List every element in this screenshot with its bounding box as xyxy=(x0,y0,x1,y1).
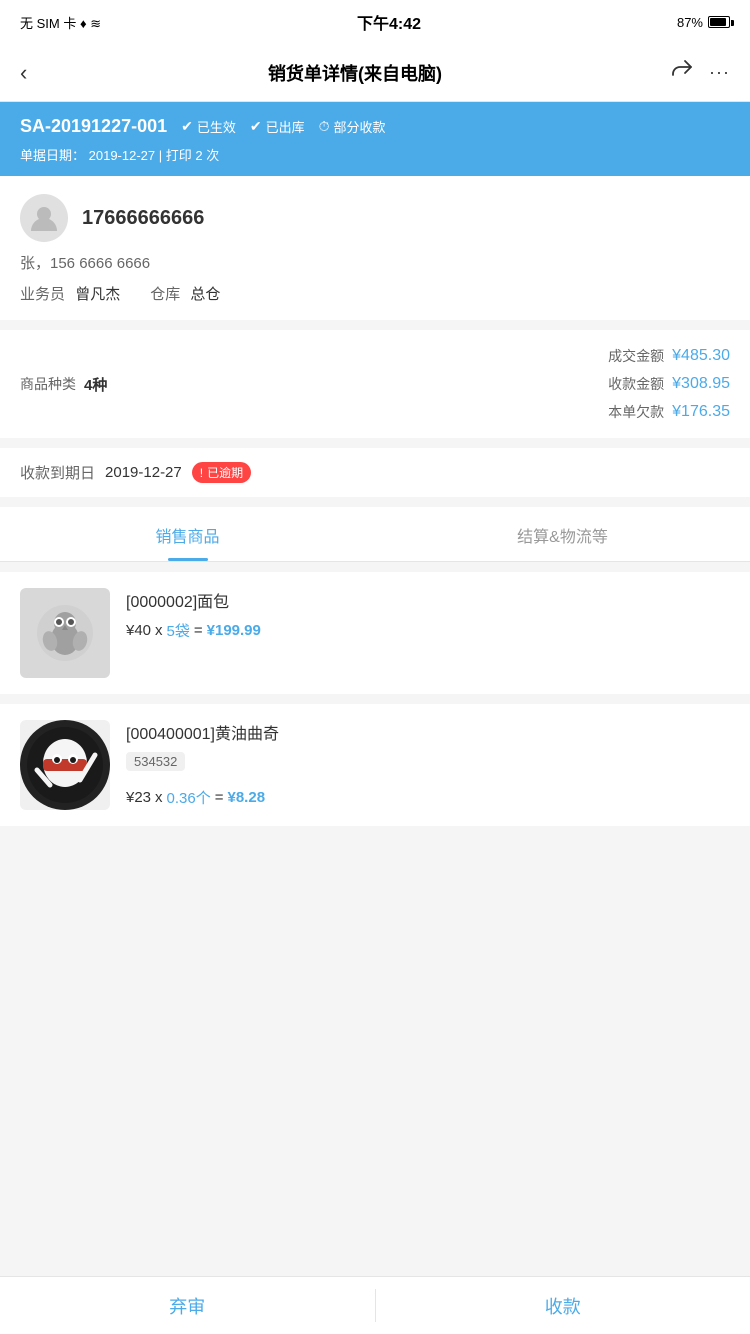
customer-section: 17666666666 张，156 6666 6666 业务员 曾凡杰 仓库 总… xyxy=(0,176,750,320)
confirm-button[interactable]: 收款 xyxy=(376,1277,750,1334)
product-total: ¥199.99 xyxy=(207,622,261,639)
customer-info-row: 业务员 曾凡杰 仓库 总仓 xyxy=(20,283,730,304)
order-banner: SA-20191227-001 ✔ 已生效 ✔ 已出库 ⏱ 部分收款 单据日期：… xyxy=(0,102,750,176)
list-item: [0000002]面包 ¥40 x 5袋 = ¥199.99 xyxy=(0,572,750,694)
stats-left: 商品种类 4种 xyxy=(20,346,107,422)
product-name: [0000002]面包 xyxy=(126,588,730,612)
warehouse-field: 仓库 总仓 xyxy=(150,283,220,304)
due-date: 2019-12-27 xyxy=(105,464,182,481)
tabs-container: 销售商品 结算&物流等 xyxy=(0,507,750,562)
received-value: ¥308.95 xyxy=(672,375,730,393)
due-section: 收款到期日 2019-12-27 ! 已逾期 xyxy=(0,448,750,497)
product-image xyxy=(20,720,110,810)
avatar xyxy=(20,194,68,242)
warehouse-label: 仓库 xyxy=(150,286,180,303)
product-info: [000400001]黄油曲奇 534532 ¥23 x 0.36个 = ¥8.… xyxy=(126,720,730,808)
more-button[interactable]: ··· xyxy=(709,62,730,83)
order-meta: 单据日期： 2019-12-27 | 打印 2 次 xyxy=(20,145,730,164)
product-qty: 0.36个 xyxy=(167,787,211,808)
stats-section: 商品种类 4种 成交金额 ¥485.30 收款金额 ¥308.95 本单欠款 ¥… xyxy=(0,330,750,438)
customer-detail: 张，156 6666 6666 xyxy=(20,252,730,273)
status-badge-partial: ⏱ 部分收款 xyxy=(319,117,386,136)
order-id: SA-20191227-001 xyxy=(20,116,167,137)
product-type-row: 商品种类 4种 xyxy=(20,374,107,395)
back-button[interactable]: ‹ xyxy=(20,60,60,86)
debt-value: ¥176.35 xyxy=(672,403,730,421)
customer-phone: 17666666666 xyxy=(82,207,204,230)
nav-bar: ‹ 销货单详情(来自电脑) ··· xyxy=(0,44,750,102)
product-sku: 534532 xyxy=(126,752,185,771)
product-list: [0000002]面包 ¥40 x 5袋 = ¥199.99 xyxy=(0,572,750,826)
stats-right: 成交金额 ¥485.30 收款金额 ¥308.95 本单欠款 ¥176.35 xyxy=(608,346,730,422)
bottom-bar: 弃审 收款 xyxy=(0,1276,750,1334)
status-battery: 87% xyxy=(677,15,730,30)
product-price: ¥40 xyxy=(126,622,151,639)
salesperson-field: 业务员 曾凡杰 xyxy=(20,283,120,304)
product-placeholder xyxy=(20,588,110,678)
overdue-icon: ! xyxy=(200,466,203,480)
status-network: 无 SIM 卡 ♦ ≋ xyxy=(20,13,101,32)
cancel-button[interactable]: 弃审 xyxy=(0,1277,375,1334)
overdue-badge: ! 已逾期 xyxy=(192,462,251,483)
tab-settlement[interactable]: 结算&物流等 xyxy=(375,507,750,561)
product-type-value: 4种 xyxy=(84,374,107,395)
status-bar: 无 SIM 卡 ♦ ≋ 下午4:42 87% xyxy=(0,0,750,44)
product-name: [000400001]黄油曲奇 xyxy=(126,720,730,744)
tab-products[interactable]: 销售商品 xyxy=(0,507,375,561)
status-badge-shipped: ✔ 已出库 xyxy=(250,117,305,136)
amount-label: 成交金额 xyxy=(608,346,664,366)
share-button[interactable] xyxy=(671,59,693,87)
overdue-text: 已逾期 xyxy=(207,464,243,481)
amount-value: ¥485.30 xyxy=(672,347,730,365)
page-title: 销货单详情(来自电脑) xyxy=(60,60,650,86)
amount-row: 成交金额 ¥485.30 xyxy=(608,346,730,366)
nav-actions: ··· xyxy=(650,59,730,87)
battery-icon xyxy=(708,16,730,28)
product-info: [0000002]面包 ¥40 x 5袋 = ¥199.99 xyxy=(126,588,730,641)
product-price-row: ¥23 x 0.36个 = ¥8.28 xyxy=(126,787,730,808)
product-type-label: 商品种类 xyxy=(20,374,76,394)
product-price-row: ¥40 x 5袋 = ¥199.99 xyxy=(126,620,730,641)
list-item: [000400001]黄油曲奇 534532 ¥23 x 0.36个 = ¥8.… xyxy=(0,704,750,826)
status-time: 下午4:42 xyxy=(357,10,421,34)
product-qty: 5袋 xyxy=(167,620,190,641)
debt-row: 本单欠款 ¥176.35 xyxy=(608,402,730,422)
debt-label: 本单欠款 xyxy=(608,402,664,422)
warehouse-value: 总仓 xyxy=(190,286,220,303)
battery-percent: 87% xyxy=(677,15,703,30)
due-label: 收款到期日 xyxy=(20,462,95,483)
salesperson-label: 业务员 xyxy=(20,286,65,303)
product-price: ¥23 xyxy=(126,789,151,806)
product-total: ¥8.28 xyxy=(228,789,266,806)
received-label: 收款金额 xyxy=(608,374,664,394)
status-badge-active: ✔ 已生效 xyxy=(181,117,236,136)
received-row: 收款金额 ¥308.95 xyxy=(608,374,730,394)
product-image xyxy=(20,588,110,678)
salesperson-value: 曾凡杰 xyxy=(75,286,120,303)
